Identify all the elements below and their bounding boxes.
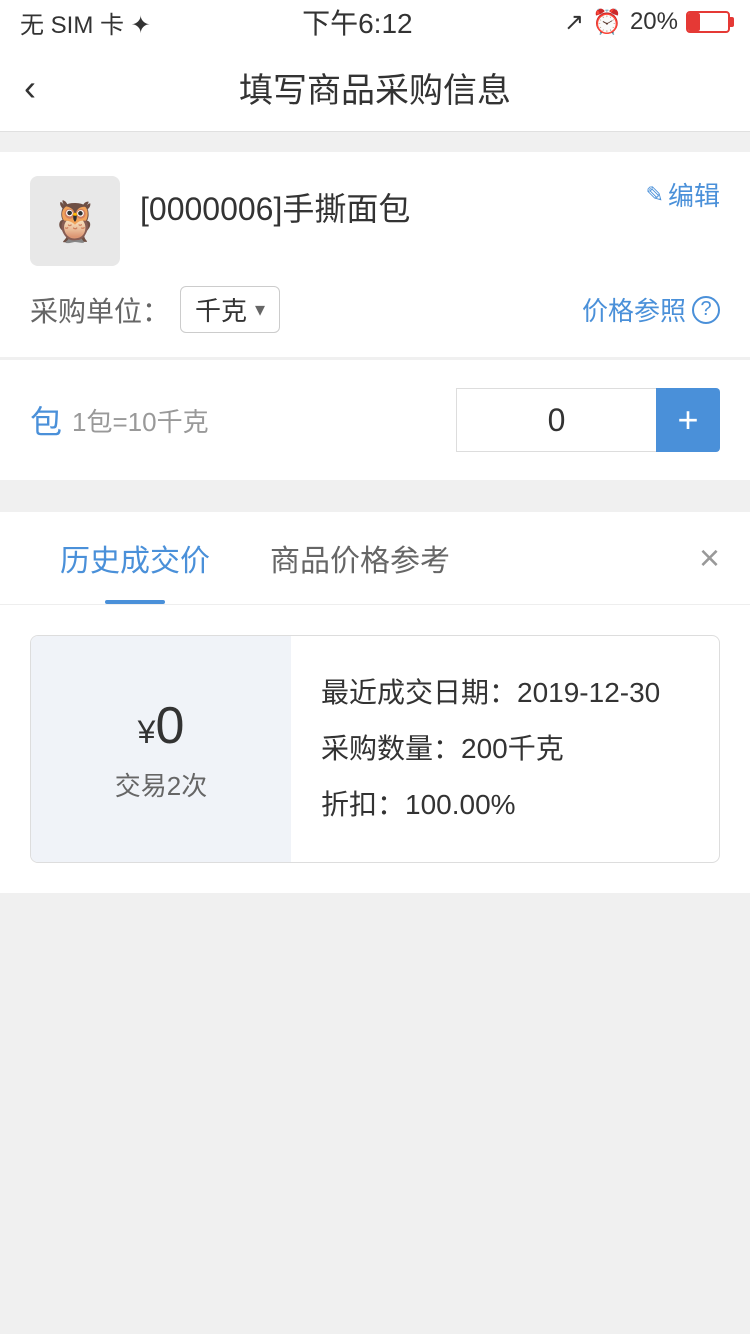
nav-bar: ‹ 填写商品采购信息 <box>0 44 750 132</box>
section-divider <box>0 480 750 496</box>
battery-icon <box>686 11 730 33</box>
product-name: [0000006]手撕面包 <box>140 176 410 230</box>
unit-select-dropdown[interactable]: 千克 ▾ <box>180 286 280 333</box>
bag-unit-hint: 1包=10千克 <box>72 402 209 439</box>
quantity-control: + <box>456 388 720 452</box>
status-left: 无 SIM 卡 ✦ <box>20 5 151 40</box>
purchase-quantity-label: 采购数量： <box>321 733 461 764</box>
tabs-section: 历史成交价 商品价格参考 × ¥0 交易2次 最近成交日期：2019-12-30… <box>0 512 750 893</box>
history-trades-count: 交易2次 <box>115 766 207 803</box>
quantity-row: 包 1包=10千克 + <box>0 359 750 480</box>
product-top: 🦉 [0000006]手撕面包 ✎ 编辑 <box>30 176 720 266</box>
quantity-input[interactable] <box>456 388 656 452</box>
tab-price-reference[interactable]: 商品价格参考 <box>240 512 480 604</box>
recent-date-label: 最近成交日期： <box>321 677 517 708</box>
history-content: ¥0 交易2次 最近成交日期：2019-12-30 采购数量：200千克 折扣：… <box>0 605 750 893</box>
discount-row: 折扣：100.00% <box>321 784 689 826</box>
discount-label: 折扣： <box>321 789 405 820</box>
price-ref-label: 价格参照 <box>582 291 686 328</box>
tabs-header: 历史成交价 商品价格参考 × <box>0 512 750 605</box>
bag-unit-label: 包 <box>30 397 62 443</box>
history-card: ¥0 交易2次 最近成交日期：2019-12-30 采购数量：200千克 折扣：… <box>30 635 720 863</box>
tab-history-price[interactable]: 历史成交价 <box>30 512 240 604</box>
quantity-plus-button[interactable]: + <box>656 388 720 452</box>
recent-date-value: 2019-12-30 <box>517 677 660 708</box>
tab-close-button[interactable]: × <box>699 537 720 579</box>
purchase-quantity-value: 200千克 <box>461 733 564 764</box>
discount-value: 100.00% <box>405 789 516 820</box>
currency-symbol: ¥ <box>138 714 156 750</box>
history-price-display: ¥0 <box>138 696 185 756</box>
status-bar: 无 SIM 卡 ✦ 下午6:12 ↗ ⏰ 20% <box>0 0 750 44</box>
unit-label: 采购单位： <box>30 290 170 330</box>
product-thumbnail: 🦉 <box>30 176 120 266</box>
purchase-quantity-row: 采购数量：200千克 <box>321 728 689 770</box>
price-value: 0 <box>155 697 184 755</box>
edit-icon: ✎ <box>646 182 664 208</box>
unit-selector-group: 采购单位： 千克 ▾ <box>30 286 280 333</box>
edit-button[interactable]: ✎ 编辑 <box>646 176 720 213</box>
quantity-label: 包 1包=10千克 <box>30 397 209 443</box>
help-icon: ? <box>692 296 720 324</box>
dropdown-arrow-icon: ▾ <box>255 297 265 322</box>
history-details-right: 最近成交日期：2019-12-30 采购数量：200千克 折扣：100.00% <box>291 636 719 862</box>
alarm-icon: ⏰ <box>592 8 622 37</box>
sim-status: 无 SIM 卡 ✦ <box>20 5 151 40</box>
product-info: 🦉 [0000006]手撕面包 <box>30 176 646 266</box>
history-price-left: ¥0 交易2次 <box>31 636 291 862</box>
back-button[interactable]: ‹ <box>24 67 36 109</box>
unit-value: 千克 <box>195 291 247 328</box>
location-icon: ↗ <box>564 8 584 37</box>
product-unit-row: 采购单位： 千克 ▾ 价格参照 ? <box>30 286 720 333</box>
price-reference-button[interactable]: 价格参照 ? <box>582 291 720 328</box>
battery-percent: 20% <box>630 8 678 36</box>
recent-date-row: 最近成交日期：2019-12-30 <box>321 672 689 714</box>
status-time: 下午6:12 <box>302 2 413 42</box>
product-card: 🦉 [0000006]手撕面包 ✎ 编辑 采购单位： 千克 ▾ 价格参照 ? <box>0 152 750 357</box>
product-logo-icon: 🦉 <box>50 198 100 245</box>
status-right: ↗ ⏰ 20% <box>564 8 730 37</box>
page-title: 填写商品采购信息 <box>239 63 511 112</box>
